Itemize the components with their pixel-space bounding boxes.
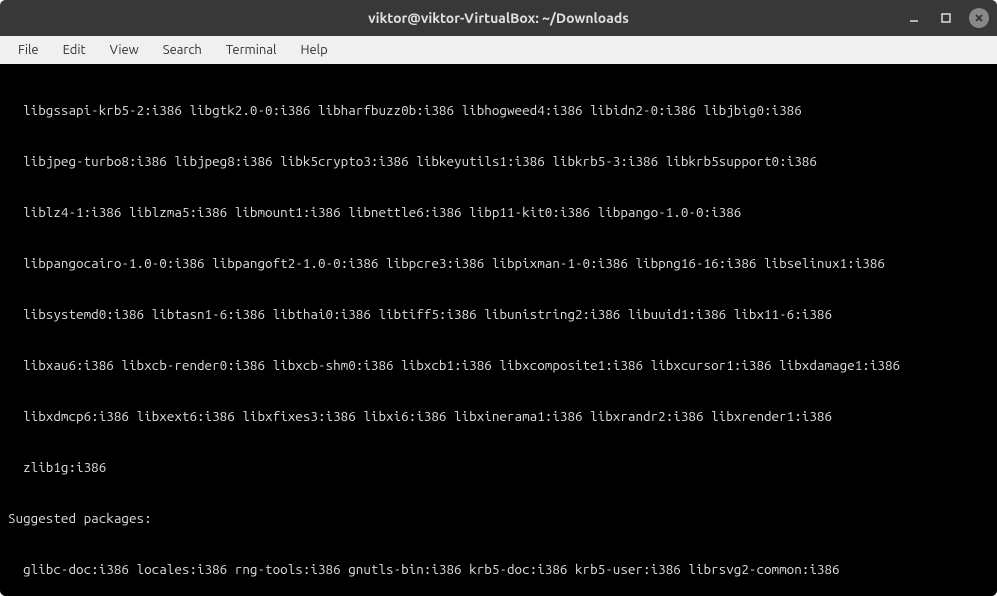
terminal-window: viktor@viktor-VirtualBox: ~/Downloads Fi… bbox=[0, 0, 997, 596]
terminal-line: libxau6:i386 libxcb-render0:i386 libxcb-… bbox=[8, 357, 989, 374]
close-button[interactable] bbox=[969, 8, 989, 28]
terminal-line: libjpeg-turbo8:i386 libjpeg8:i386 libk5c… bbox=[8, 153, 989, 170]
terminal-line: libxdmcp6:i386 libxext6:i386 libxfixes3:… bbox=[8, 408, 989, 425]
menu-file[interactable]: File bbox=[8, 39, 49, 61]
menu-terminal[interactable]: Terminal bbox=[216, 39, 287, 61]
menu-view[interactable]: View bbox=[100, 39, 149, 61]
minimize-button[interactable] bbox=[905, 9, 923, 27]
terminal-line: liblz4-1:i386 liblzma5:i386 libmount1:i3… bbox=[8, 204, 989, 221]
terminal-line: Suggested packages: bbox=[8, 510, 989, 527]
menu-edit[interactable]: Edit bbox=[53, 39, 96, 61]
terminal-line: zlib1g:i386 bbox=[8, 459, 989, 476]
terminal-line: glibc-doc:i386 locales:i386 rng-tools:i3… bbox=[8, 561, 989, 578]
menu-search[interactable]: Search bbox=[153, 39, 212, 61]
terminal-line: libgssapi-krb5-2:i386 libgtk2.0-0:i386 l… bbox=[8, 102, 989, 119]
titlebar: viktor@viktor-VirtualBox: ~/Downloads bbox=[0, 0, 997, 36]
terminal-line: libsystemd0:i386 libtasn1-6:i386 libthai… bbox=[8, 306, 989, 323]
menu-help[interactable]: Help bbox=[290, 39, 337, 61]
terminal-output[interactable]: libgssapi-krb5-2:i386 libgtk2.0-0:i386 l… bbox=[0, 64, 997, 596]
window-title: viktor@viktor-VirtualBox: ~/Downloads bbox=[368, 10, 629, 26]
menubar: File Edit View Search Terminal Help bbox=[0, 36, 997, 64]
titlebar-controls bbox=[905, 8, 989, 28]
terminal-line: libpangocairo-1.0-0:i386 libpangoft2-1.0… bbox=[8, 255, 989, 272]
maximize-button[interactable] bbox=[937, 9, 955, 27]
